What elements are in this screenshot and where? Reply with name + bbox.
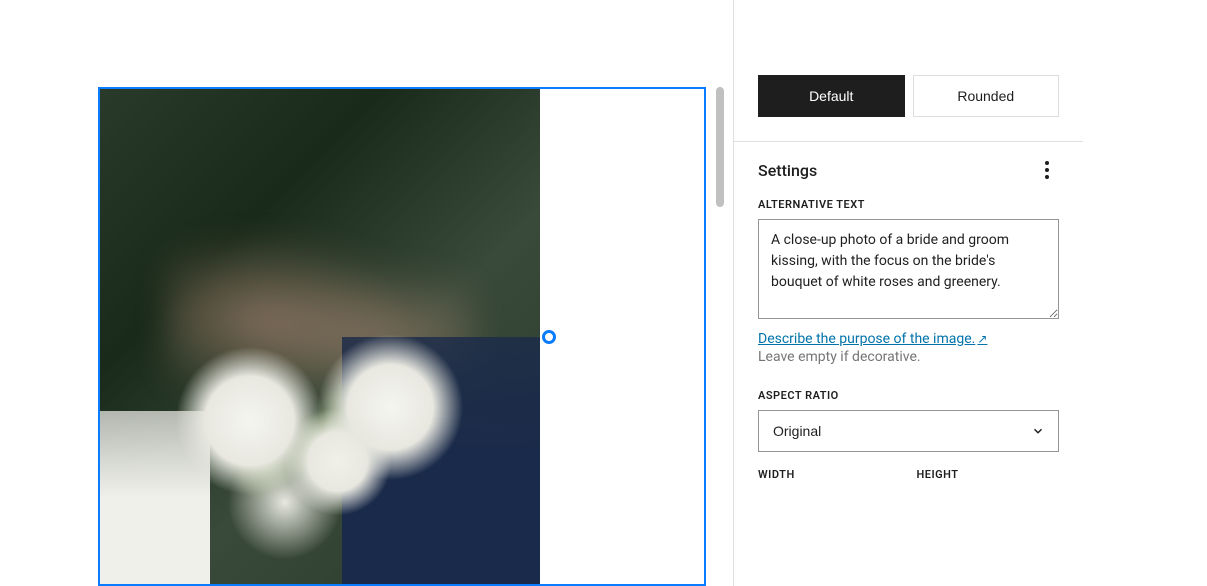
- image-block-selected[interactable]: [98, 87, 706, 586]
- describe-image-link[interactable]: Describe the purpose of the image.↗: [758, 331, 987, 347]
- external-link-icon: ↗: [977, 332, 987, 346]
- image-content: [100, 89, 540, 584]
- aspect-ratio-label: ASPECT RATIO: [758, 389, 1059, 402]
- resize-handle-right[interactable]: [542, 330, 556, 344]
- style-default-button[interactable]: Default: [758, 75, 905, 117]
- kebab-menu-icon[interactable]: [1035, 158, 1059, 182]
- block-settings-sidebar: Default Rounded Settings ALTERNATIVE TEX…: [733, 0, 1083, 586]
- alt-text-input[interactable]: [758, 219, 1059, 319]
- alt-text-label: ALTERNATIVE TEXT: [758, 198, 1059, 211]
- settings-panel-header: Settings: [734, 142, 1083, 190]
- style-variants-group: Default Rounded: [734, 75, 1083, 142]
- width-label: WIDTH: [758, 468, 901, 481]
- alt-text-field: ALTERNATIVE TEXT Describe the purpose of…: [734, 190, 1083, 373]
- settings-heading: Settings: [758, 161, 817, 180]
- aspect-ratio-field: ASPECT RATIO Original: [734, 373, 1083, 460]
- style-rounded-button[interactable]: Rounded: [913, 75, 1060, 117]
- aspect-ratio-select[interactable]: Original: [758, 410, 1059, 452]
- dimensions-row: WIDTH HEIGHT: [734, 460, 1083, 489]
- height-label: HEIGHT: [917, 468, 1060, 481]
- help-link-text: Describe the purpose of the image.: [758, 331, 975, 347]
- content-scrollbar[interactable]: [716, 87, 724, 207]
- alt-text-help-note: Leave empty if decorative.: [758, 349, 1059, 365]
